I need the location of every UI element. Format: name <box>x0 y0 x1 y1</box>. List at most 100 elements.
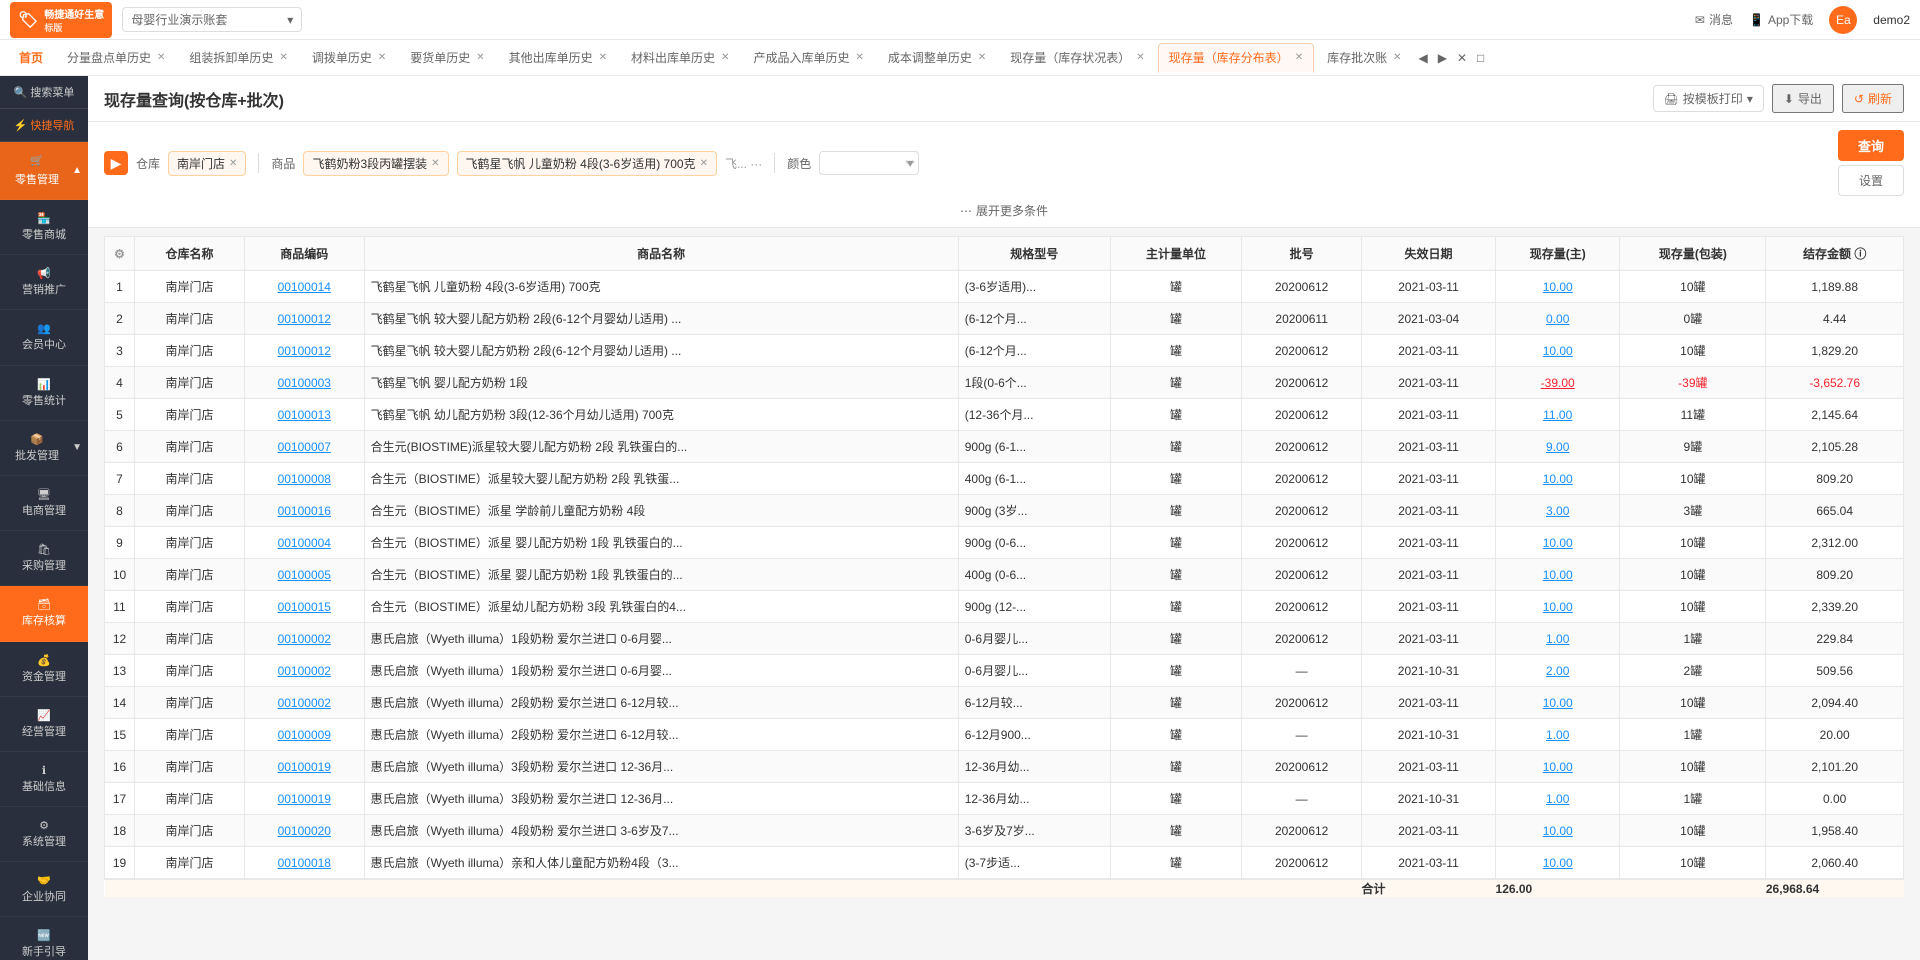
product-tag-2-close[interactable]: ✕ <box>700 158 708 169</box>
product-filter-more[interactable]: 飞... ··· <box>725 155 762 172</box>
td-code[interactable]: 00100012 <box>244 335 364 367</box>
td-qty-main[interactable]: 10.00 <box>1496 751 1620 783</box>
td-code[interactable]: 00100019 <box>244 751 364 783</box>
td-qty-main[interactable]: -39.00 <box>1496 367 1620 399</box>
tab-close-qty-dist[interactable]: ✕ <box>1295 52 1303 63</box>
tab-close-batch-ledger[interactable]: ✕ <box>1393 52 1401 63</box>
sidebar-item-sys-mgmt[interactable]: ⚙ 系统管理 <box>0 807 88 862</box>
td-code[interactable]: 00100002 <box>244 687 364 719</box>
td-code[interactable]: 00100003 <box>244 367 364 399</box>
tab-close-cai-liao[interactable]: ✕ <box>721 52 729 63</box>
search-menu[interactable]: 🔍 搜索菜单 <box>0 76 88 109</box>
td-qty-main[interactable]: 10.00 <box>1496 847 1620 880</box>
user-avatar[interactable]: Ea <box>1829 6 1857 34</box>
refresh-button[interactable]: ↺ 刷新 <box>1842 84 1904 113</box>
expand-more-btn[interactable]: ⋯ 展开更多条件 <box>104 202 1904 219</box>
print-button[interactable]: 🖨 按模板打印 ▾ <box>1653 85 1764 112</box>
sidebar-item-member[interactable]: 👥 会员中心 <box>0 310 88 365</box>
td-code[interactable]: 00100007 <box>244 431 364 463</box>
sidebar-item-wholesale[interactable]: 📦 批发管理 ▼ <box>0 421 88 476</box>
td-code[interactable]: 00100005 <box>244 559 364 591</box>
td-code[interactable]: 00100013 <box>244 399 364 431</box>
td-qty-main[interactable]: 1.00 <box>1496 783 1620 815</box>
td-qty-main[interactable]: 2.00 <box>1496 655 1620 687</box>
sidebar-item-retail-store[interactable]: 🏪 零售商城 <box>0 200 88 255</box>
td-code[interactable]: 00100008 <box>244 463 364 495</box>
sidebar-item-operations[interactable]: 📈 经营管理 <box>0 697 88 752</box>
tab-cost-adj[interactable]: 成本调整单历史 ✕ <box>877 43 997 73</box>
tab-home[interactable]: 首页 <box>8 43 54 73</box>
tab-close-yao-huo[interactable]: ✕ <box>476 52 484 63</box>
td-qty-main[interactable]: 3.00 <box>1496 495 1620 527</box>
td-code[interactable]: 00100009 <box>244 719 364 751</box>
td-qty-main[interactable]: 1.00 <box>1496 623 1620 655</box>
td-code[interactable]: 00100019 <box>244 783 364 815</box>
tab-close-other-out[interactable]: ✕ <box>599 52 607 63</box>
tab-qty-status[interactable]: 现存量（库存状况表） ✕ <box>999 43 1155 73</box>
sidebar-item-marketing[interactable]: 📢 营销推广 <box>0 255 88 310</box>
product-tag-1-close[interactable]: ✕ <box>431 158 439 169</box>
message-btn[interactable]: ✉ 消息 <box>1695 11 1733 28</box>
td-code[interactable]: 00100014 <box>244 271 364 303</box>
td-code[interactable]: 00100015 <box>244 591 364 623</box>
sidebar-item-new-guide[interactable]: 🆕 新手引导 <box>0 917 88 960</box>
tab-fen-pan[interactable]: 分量盘点单历史 ✕ <box>56 43 176 73</box>
filter-expand-btn[interactable]: ▶ <box>104 151 128 175</box>
tab-qty-dist[interactable]: 现存量（库存分布表） ✕ <box>1158 43 1314 73</box>
tab-close-tiao-bo[interactable]: ✕ <box>378 52 386 63</box>
tab-other-out[interactable]: 其他出库单历史 ✕ <box>498 43 618 73</box>
sidebar-item-collab[interactable]: 🤝 企业协同 <box>0 862 88 917</box>
app-download-btn[interactable]: 📱 App下载 <box>1749 11 1813 28</box>
td-qty-main[interactable]: 1.00 <box>1496 719 1620 751</box>
tab-close-chan-pin-in[interactable]: ✕ <box>855 52 863 63</box>
tab-nav-right[interactable]: ▶ <box>1434 49 1451 67</box>
sidebar-item-purchase[interactable]: 🛍 采购管理 <box>0 531 88 586</box>
sidebar-item-inventory[interactable]: 🗃 库存核算 <box>0 586 88 641</box>
td-qty-main[interactable]: 10.00 <box>1496 463 1620 495</box>
td-qty-main[interactable]: 10.00 <box>1496 559 1620 591</box>
tab-chan-pin-in[interactable]: 产成品入库单历史 ✕ <box>742 43 874 73</box>
product-tag-2[interactable]: 飞鹤星飞帆 儿童奶粉 4段(3-6岁适用) 700克 ✕ <box>457 151 717 176</box>
td-qty-main[interactable]: 0.00 <box>1496 303 1620 335</box>
tab-close-zu-zhuang[interactable]: ✕ <box>279 52 287 63</box>
tab-close-qty-status[interactable]: ✕ <box>1136 52 1144 63</box>
td-code[interactable]: 00100016 <box>244 495 364 527</box>
warehouse-tag-close[interactable]: ✕ <box>229 158 237 169</box>
tab-nav-left[interactable]: ◀ <box>1414 49 1431 67</box>
tab-batch-ledger[interactable]: 库存批次账 ✕ <box>1316 43 1412 73</box>
td-qty-main[interactable]: 11.00 <box>1496 399 1620 431</box>
tab-cai-liao[interactable]: 材料出库单历史 ✕ <box>620 43 740 73</box>
td-code[interactable]: 00100020 <box>244 815 364 847</box>
tab-yao-huo[interactable]: 要货单历史 ✕ <box>399 43 495 73</box>
account-selector[interactable]: 母婴行业演示账套 ▾ <box>122 7 302 32</box>
tab-zu-zhuang[interactable]: 组装拆卸单历史 ✕ <box>178 43 298 73</box>
query-button[interactable]: 查询 <box>1838 130 1904 161</box>
sidebar-item-retail-stats[interactable]: 📊 零售统计 <box>0 366 88 421</box>
sidebar-item-ecommerce[interactable]: 🖥 电商管理 <box>0 476 88 531</box>
export-button[interactable]: ⬇ 导出 <box>1772 84 1834 113</box>
tab-nav-expand[interactable]: □ <box>1473 49 1488 67</box>
td-code[interactable]: 00100002 <box>244 655 364 687</box>
td-qty-main[interactable]: 9.00 <box>1496 431 1620 463</box>
sidebar-item-retail-mgmt[interactable]: 🛒 零售管理 ▲ <box>0 142 88 200</box>
td-code[interactable]: 00100004 <box>244 527 364 559</box>
tab-nav-close[interactable]: ✕ <box>1453 49 1471 67</box>
tab-close-fen-pan[interactable]: ✕ <box>157 52 165 63</box>
td-qty-main[interactable]: 10.00 <box>1496 335 1620 367</box>
td-qty-main[interactable]: 10.00 <box>1496 815 1620 847</box>
td-code[interactable]: 00100018 <box>244 847 364 880</box>
sidebar-item-basic-info[interactable]: ℹ 基础信息 <box>0 752 88 807</box>
product-tag-1[interactable]: 飞鹤奶粉3段丙罐摆装 ✕ <box>303 151 448 176</box>
td-qty-main[interactable]: 10.00 <box>1496 687 1620 719</box>
td-qty-main[interactable]: 10.00 <box>1496 527 1620 559</box>
td-qty-main[interactable]: 10.00 <box>1496 271 1620 303</box>
warehouse-tag[interactable]: 南岸门店 ✕ <box>168 151 246 176</box>
settings-button[interactable]: 设置 <box>1838 165 1904 196</box>
tab-close-cost-adj[interactable]: ✕ <box>978 52 986 63</box>
td-qty-main[interactable]: 10.00 <box>1496 591 1620 623</box>
td-code[interactable]: 00100012 <box>244 303 364 335</box>
td-code[interactable]: 00100002 <box>244 623 364 655</box>
tab-tiao-bo[interactable]: 调拨单历史 ✕ <box>301 43 397 73</box>
color-filter-select[interactable] <box>819 151 919 175</box>
column-settings-icon[interactable]: ⚙ <box>114 247 125 261</box>
